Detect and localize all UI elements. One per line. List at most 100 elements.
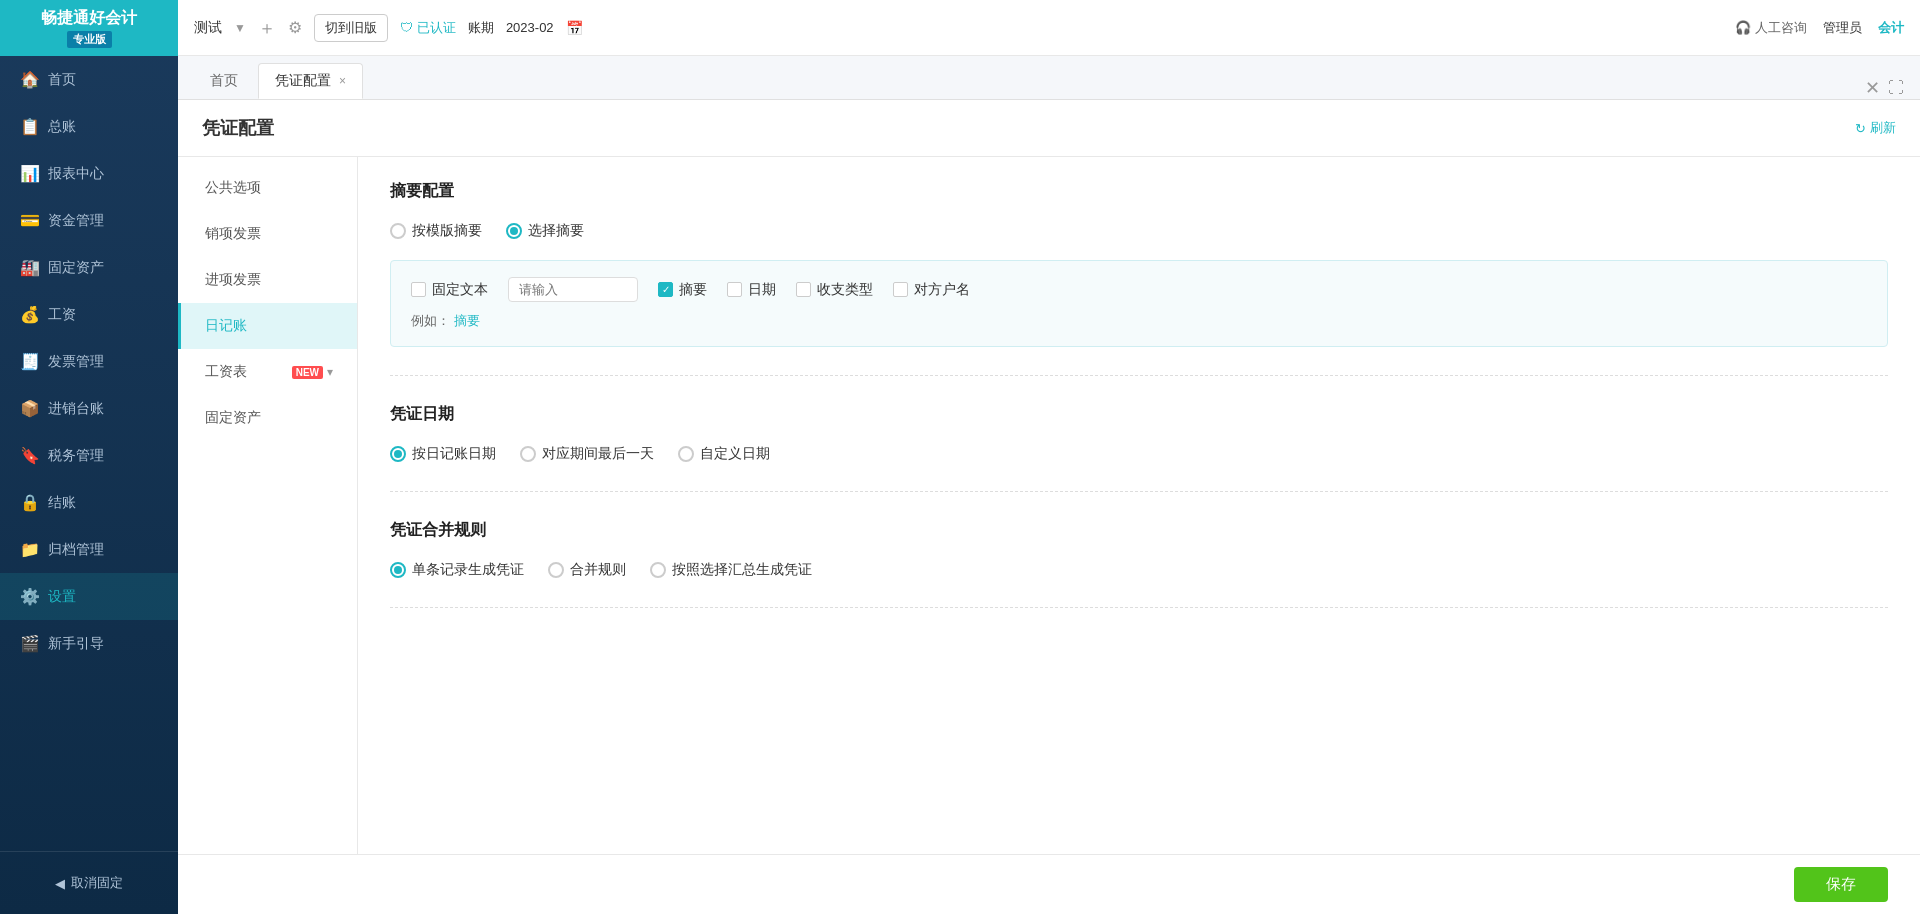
invoices-icon: 🧾 (20, 352, 38, 371)
radio-select-merge[interactable]: 按照选择汇总生成凭证 (650, 561, 812, 579)
radio-single[interactable]: 单条记录生成凭证 (390, 561, 524, 579)
guide-icon: 🎬 (20, 634, 38, 653)
sidebar-item-ledger[interactable]: 📋 总账 (0, 103, 178, 150)
sidebar-item-invoices[interactable]: 🧾 发票管理 (0, 338, 178, 385)
expand-icon[interactable]: ⛶ (1888, 79, 1904, 97)
sales-label: 进销台账 (48, 400, 104, 418)
left-nav-label-payroll: 工资表 (205, 363, 247, 381)
tab-voucher-config[interactable]: 凭证配置× (258, 63, 363, 99)
sidebar-logo: 畅捷通好会计 专业版 (0, 0, 178, 56)
checkbox-income-type[interactable]: 收支类型 (796, 281, 873, 299)
user-label[interactable]: 管理员 (1823, 19, 1862, 37)
sidebar-item-archive[interactable]: 📁 归档管理 (0, 526, 178, 573)
save-button[interactable]: 保存 (1794, 867, 1888, 902)
fixed-text-input[interactable] (508, 277, 638, 302)
sidebar-item-reports[interactable]: 📊 报表中心 (0, 150, 178, 197)
summary-section: 摘要配置 按模版摘要 选择摘要 (390, 181, 1888, 347)
period-value: 2023-02 (506, 20, 554, 35)
switch-version-button[interactable]: 切到旧版 (314, 14, 388, 42)
company-dropdown-icon[interactable]: ▼ (234, 21, 246, 35)
fixed-text-label: 固定文本 (432, 281, 488, 299)
radio-select-summary[interactable]: 选择摘要 (506, 222, 584, 240)
arrow-payroll: ▾ (327, 365, 333, 379)
checkbox-fixed-text[interactable]: 固定文本 (411, 281, 488, 299)
left-nav-item-journal[interactable]: 日记账 (178, 303, 357, 349)
sidebar-item-home[interactable]: 🏠 首页 (0, 56, 178, 103)
example-value: 摘要 (454, 313, 480, 328)
left-nav: 公共选项销项发票进项发票日记账 工资表 NEW▾固定资产 (178, 157, 358, 911)
sidebar-item-tax[interactable]: 🔖 税务管理 (0, 432, 178, 479)
settings-icon[interactable]: ⚙ (288, 18, 302, 37)
tax-label: 税务管理 (48, 447, 104, 465)
radio-period-last[interactable]: 对应期间最后一天 (520, 445, 654, 463)
main-content: 凭证配置 ↻ 刷新 公共选项销项发票进项发票日记账 工资表 NEW▾固定资产 摘… (178, 100, 1920, 914)
funds-icon: 💳 (20, 211, 38, 230)
home-icon: 🏠 (20, 70, 38, 89)
sidebar-item-guide[interactable]: 🎬 新手引导 (0, 620, 178, 667)
sidebar-item-assets[interactable]: 🏭 固定资产 (0, 244, 178, 291)
checkbox-fixed-text-box (411, 282, 426, 297)
tab-home[interactable]: 首页 (194, 63, 254, 99)
checkbox-summary[interactable]: ✓ 摘要 (658, 281, 707, 299)
radio-merge-rule-circle (548, 562, 564, 578)
left-nav-item-public[interactable]: 公共选项 (178, 165, 357, 211)
tab-close-voucher-config[interactable]: × (339, 74, 346, 88)
sidebar-item-sales[interactable]: 📦 进销台账 (0, 385, 178, 432)
tab-label-home: 首页 (210, 72, 238, 90)
counterparty-label: 对方户名 (914, 281, 970, 299)
refresh-button[interactable]: ↻ 刷新 (1855, 119, 1896, 137)
topbar: 测试 ▼ ＋ ⚙ 切到旧版 🛡 已认证 账期 2023-02 📅 🎧 人工咨询 … (178, 0, 1920, 56)
left-nav-item-purchase-invoice[interactable]: 进项发票 (178, 257, 357, 303)
example-text: 例如： 摘要 (411, 312, 1867, 330)
service-button[interactable]: 🎧 人工咨询 (1735, 19, 1807, 37)
summary-config-row: 固定文本 ✓ 摘要 日期 (411, 277, 1867, 302)
refresh-icon: ↻ (1855, 121, 1866, 136)
sidebar-bottom: ◀ 取消固定 (0, 851, 178, 914)
headset-icon: 🎧 (1735, 20, 1751, 35)
radio-merge-rule[interactable]: 合并规则 (548, 561, 626, 579)
radio-custom-date[interactable]: 自定义日期 (678, 445, 770, 463)
divider-3 (390, 607, 1888, 608)
sidebar-item-closing[interactable]: 🔒 结账 (0, 479, 178, 526)
tabbar: 首页 凭证配置× ✕ ⛶ (178, 56, 1920, 100)
date-radio-group: 按日记账日期 对应期间最后一天 自定义日期 (390, 445, 1888, 463)
date-section-title: 凭证日期 (390, 404, 1888, 425)
example-prefix: 例如： (411, 313, 450, 328)
add-icon[interactable]: ＋ (258, 16, 276, 40)
summary-config-box: 固定文本 ✓ 摘要 日期 (390, 260, 1888, 347)
left-nav-item-payroll[interactable]: 工资表 NEW▾ (178, 349, 357, 395)
close-tab-icon[interactable]: ✕ (1865, 77, 1880, 99)
summary-label: 摘要 (679, 281, 707, 299)
assets-label: 固定资产 (48, 259, 104, 277)
left-nav-item-sales-invoice[interactable]: 销项发票 (178, 211, 357, 257)
checkbox-counterparty[interactable]: 对方户名 (893, 281, 970, 299)
left-nav-item-fixed-assets[interactable]: 固定资产 (178, 395, 357, 441)
radio-journal-date[interactable]: 按日记账日期 (390, 445, 496, 463)
settings-label: 设置 (48, 588, 76, 606)
left-nav-label-public: 公共选项 (205, 179, 261, 195)
sidebar-item-wages[interactable]: 💰 工资 (0, 291, 178, 338)
sales-icon: 📦 (20, 399, 38, 418)
radio-select-merge-circle (650, 562, 666, 578)
sidebar-item-funds[interactable]: 💳 资金管理 (0, 197, 178, 244)
left-nav-label-sales-invoice: 销项发票 (205, 225, 261, 241)
save-bar: 保存 (178, 854, 1920, 914)
period-label: 账期 (468, 19, 494, 37)
calendar-icon[interactable]: 📅 (566, 20, 583, 36)
certified-label: 已认证 (417, 19, 456, 37)
closing-label: 结账 (48, 494, 76, 512)
pin-icon: ◀ (55, 876, 65, 891)
left-nav-label-journal: 日记账 (205, 317, 247, 333)
radio-single-circle (390, 562, 406, 578)
radio-template-circle (390, 223, 406, 239)
role-label[interactable]: 会计 (1878, 19, 1904, 37)
refresh-label: 刷新 (1870, 119, 1896, 137)
reports-icon: 📊 (20, 164, 38, 183)
pin-button[interactable]: ◀ 取消固定 (0, 864, 178, 902)
checkbox-date[interactable]: 日期 (727, 281, 776, 299)
sidebar-item-settings[interactable]: ⚙️ 设置 (0, 573, 178, 620)
company-name: 测试 (194, 19, 222, 37)
radio-template-summary[interactable]: 按模版摘要 (390, 222, 482, 240)
checkbox-income-type-box (796, 282, 811, 297)
divider-2 (390, 491, 1888, 492)
